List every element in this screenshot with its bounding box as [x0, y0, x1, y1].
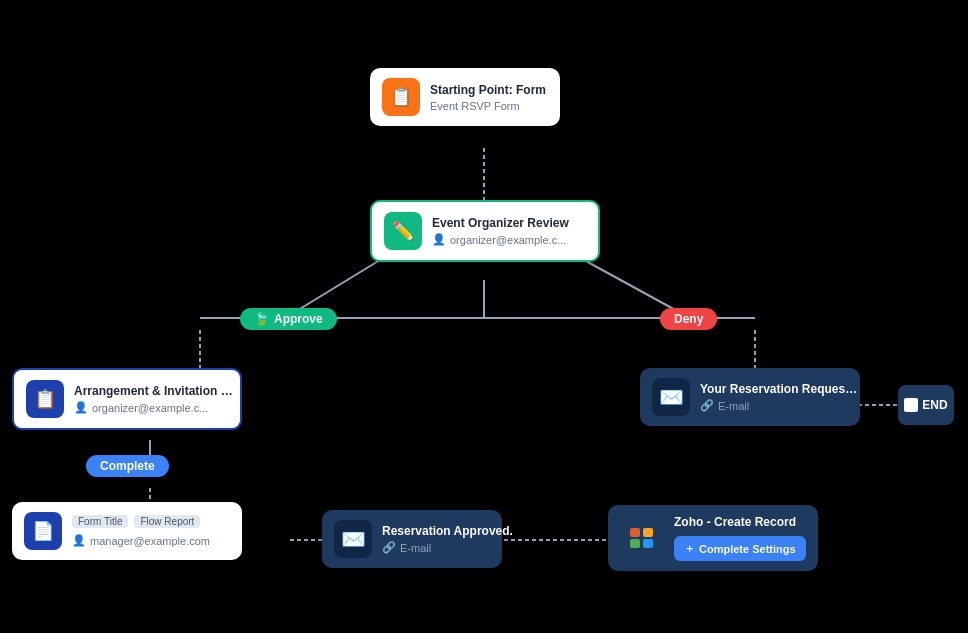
- approved-icon: ✉️: [334, 520, 372, 558]
- arrangement-title: Arrangement & Invitation Co...: [74, 384, 234, 398]
- end-node: END: [898, 385, 954, 425]
- approve-badge: 🍃 Approve: [240, 308, 337, 330]
- start-node: 📋 Starting Point: Form Event RSVP Form: [370, 68, 560, 126]
- deny-badge: Deny: [660, 308, 717, 330]
- start-icon: 📋: [382, 78, 420, 116]
- review-title: Event Organizer Review: [432, 216, 569, 230]
- complete-settings-button[interactable]: ＋ Complete Settings: [674, 536, 806, 561]
- denied-icon: ✉️: [652, 378, 690, 416]
- review-sub: 👤 organizer@example.c...: [432, 233, 569, 246]
- arrangement-node: 📋 Arrangement & Invitation Co... 👤 organ…: [12, 368, 242, 430]
- review-node: ✏️ Event Organizer Review 👤 organizer@ex…: [370, 200, 600, 262]
- report-icon: 📄: [24, 512, 62, 550]
- report-node: 📄 Form Title Flow Report 👤 manager@examp…: [12, 502, 242, 560]
- plus-icon: ＋: [684, 541, 695, 556]
- approved-node: ✉️ Reservation Approved. 🔗 E-mail: [322, 510, 502, 568]
- denied-node: ✉️ Your Reservation Request Ha... 🔗 E-ma…: [640, 368, 860, 426]
- denied-title: Your Reservation Request Ha...: [700, 382, 860, 396]
- start-sub: Event RSVP Form: [430, 100, 546, 112]
- approved-title: Reservation Approved.: [382, 524, 513, 538]
- start-title: Starting Point: Form: [430, 83, 546, 97]
- zoho-icon: [620, 516, 664, 560]
- denied-sub: 🔗 E-mail: [700, 399, 860, 412]
- complete-badge: Complete: [86, 455, 169, 477]
- approved-sub: 🔗 E-mail: [382, 541, 513, 554]
- end-icon: [904, 398, 918, 412]
- zoho-title: Zoho - Create Record: [674, 515, 806, 529]
- arrangement-sub: 👤 organizer@example.c...: [74, 401, 234, 414]
- arrangement-icon: 📋: [26, 380, 64, 418]
- report-sub: 👤 manager@example.com: [72, 534, 210, 547]
- report-tag1: Form Title: [72, 515, 128, 528]
- review-icon: ✏️: [384, 212, 422, 250]
- zoho-node: Zoho - Create Record ＋ Complete Settings: [608, 505, 818, 571]
- report-tag2: Flow Report: [134, 515, 200, 528]
